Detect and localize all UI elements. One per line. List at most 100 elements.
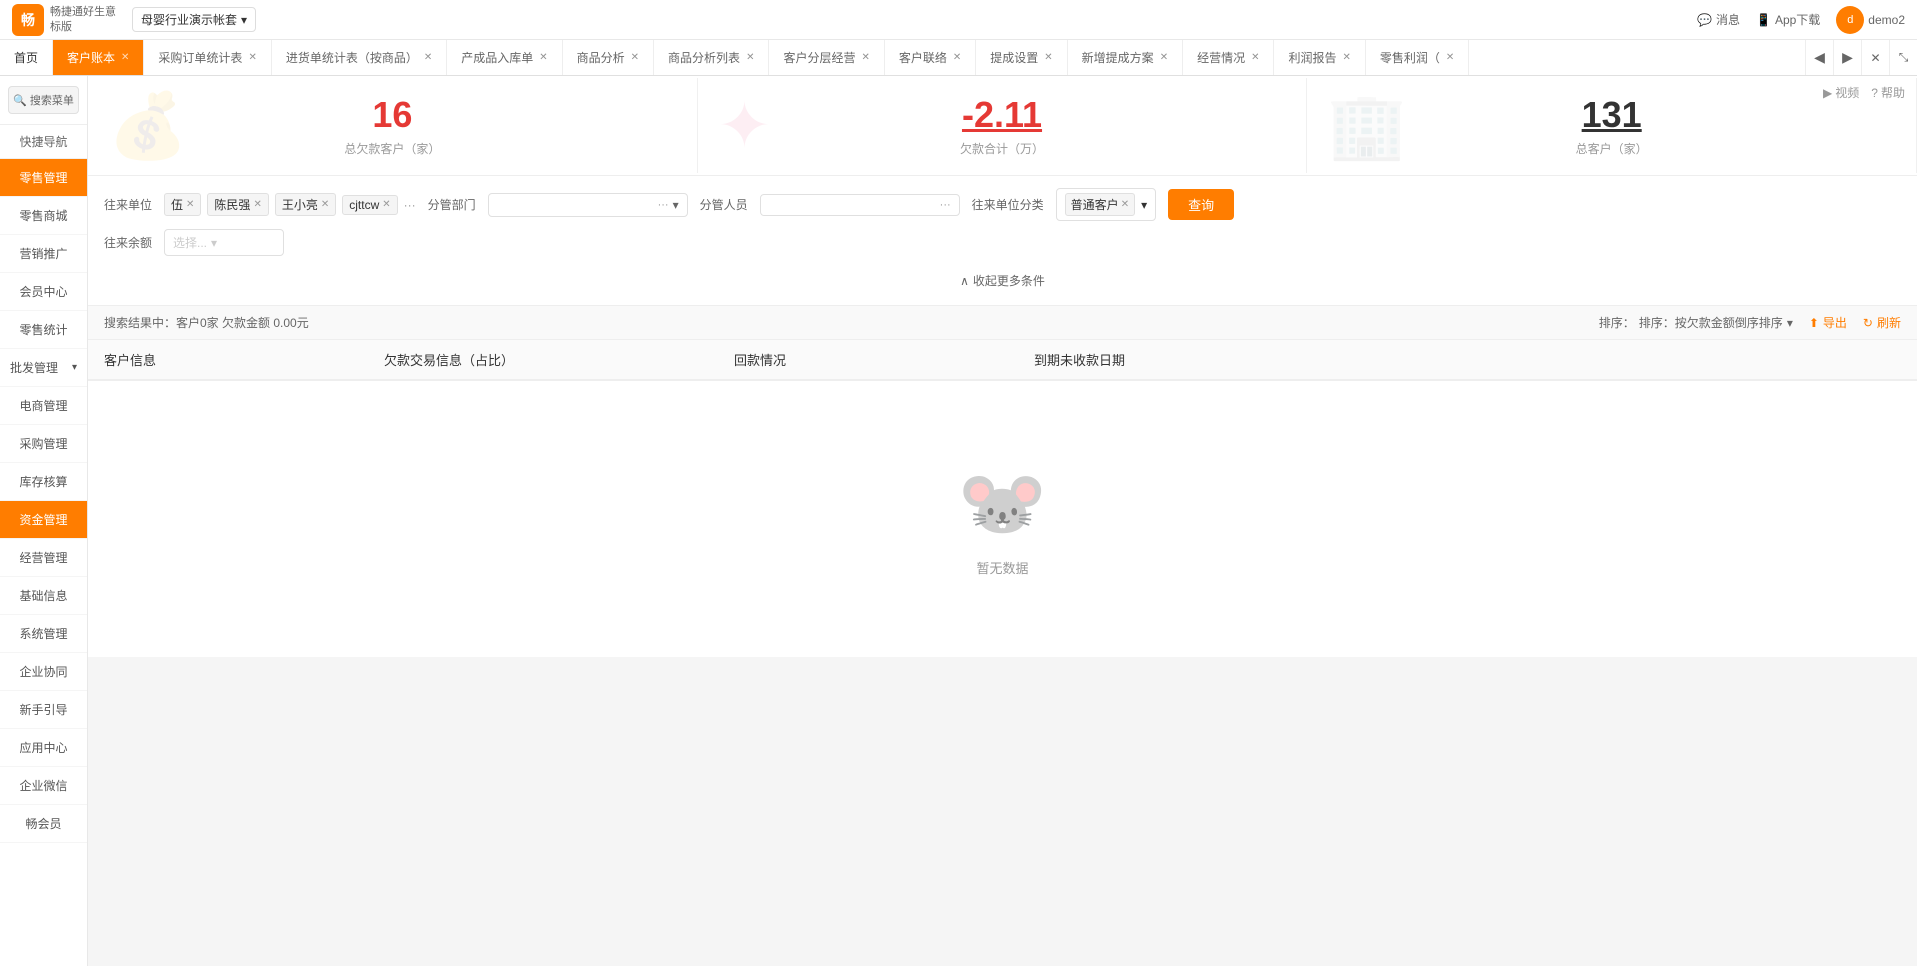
close-tab-goods-analysis-list[interactable]: ✕	[746, 52, 754, 63]
chevron-up-icon: ∧	[960, 274, 969, 288]
nav-prev-btn[interactable]: ◀	[1805, 40, 1833, 76]
sidebar-item-inventory[interactable]: 库存核算	[0, 463, 87, 501]
nav-expand-btn[interactable]: ⤡	[1889, 40, 1917, 76]
query-button[interactable]: 查询	[1168, 189, 1234, 220]
enterprise-selector[interactable]: 母婴行业演示帐套 ▾	[132, 7, 256, 32]
tab-goods-analysis[interactable]: 商品分析 ✕	[563, 40, 654, 76]
filter-row-2: 往来余额 选择... ▾	[104, 229, 1901, 256]
stat-label-customers: 总欠款客户（家）	[344, 140, 440, 157]
close-tab-biz-status[interactable]: ✕	[1251, 52, 1259, 63]
close-tab-customer-contact[interactable]: ✕	[953, 52, 961, 63]
refresh-icon: ↻	[1863, 316, 1873, 330]
sidebar-item-finance[interactable]: 资金管理	[0, 501, 87, 539]
filter-more-units[interactable]: ···	[404, 198, 416, 212]
close-tab-customer-layer[interactable]: ✕	[861, 52, 869, 63]
chevron-down-icon-sort: ▾	[1787, 316, 1793, 330]
filter-dept-select[interactable]: ··· ▾	[488, 193, 688, 217]
sidebar-item-new-guide[interactable]: 新手引导	[0, 691, 87, 729]
close-tab-cost-in[interactable]: ✕	[539, 52, 547, 63]
tab-biz-status[interactable]: 经营情况 ✕	[1183, 40, 1274, 76]
sidebar-item-operation[interactable]: 经营管理	[0, 539, 87, 577]
tab-home[interactable]: 首页	[0, 40, 53, 76]
sidebar-item-quick-nav[interactable]: 快捷导航	[0, 125, 87, 159]
export-icon: ⬆	[1809, 316, 1819, 330]
close-tag-unit-2[interactable]: ✕	[253, 199, 261, 210]
collapse-filters-btn[interactable]: ∧ 收起更多条件	[960, 268, 1045, 293]
stat-label-amount: 欠款合计（万）	[960, 140, 1044, 157]
tab-customer-contact[interactable]: 客户联络 ✕	[885, 40, 976, 76]
top-bar: 畅 畅捷通好生意 标版 母婴行业演示帐套 ▾ 💬 消息 📱 App下载 d de…	[0, 0, 1917, 40]
filter-tag-unit-1[interactable]: 伍 ✕	[164, 193, 201, 216]
sidebar-item-system-mgmt[interactable]: 系统管理	[0, 615, 87, 653]
close-tab-suggest-settings[interactable]: ✕	[1044, 52, 1052, 63]
filter-tag-unit-2[interactable]: 陈民强 ✕	[207, 193, 268, 216]
sidebar-item-enterprise-coop[interactable]: 企业协同	[0, 653, 87, 691]
search-menu-btn[interactable]: 🔍 搜索菜单	[8, 86, 79, 114]
sidebar-search-area: 🔍 搜索菜单	[0, 76, 87, 125]
close-tag-unit-1[interactable]: ✕	[186, 199, 194, 210]
logo-icon: 畅	[12, 4, 44, 36]
help-icon: ?	[1871, 86, 1878, 100]
tab-customer-layer[interactable]: 客户分层经营 ✕	[769, 40, 884, 76]
tab-receivable[interactable]: 客户账本 ✕	[53, 40, 144, 76]
filter-category-select[interactable]: 普通客户 ✕ ▾	[1056, 188, 1156, 221]
close-category-tag[interactable]: ✕	[1121, 199, 1129, 210]
col-header-2: 回款情况	[734, 350, 1034, 369]
filter-tag-unit-3[interactable]: 王小亮 ✕	[275, 193, 336, 216]
refresh-btn[interactable]: ↻ 刷新	[1863, 314, 1901, 331]
close-tab-new-suggest[interactable]: ✕	[1160, 52, 1168, 63]
tab-stock-stat[interactable]: 进货单统计表（按商品） ✕	[272, 40, 447, 76]
filter-person-label: 分管人员	[700, 196, 748, 213]
app-download-btn[interactable]: 📱 App下载	[1756, 11, 1820, 28]
filter-person-select[interactable]: ···	[760, 194, 960, 216]
filter-category-label: 往来单位分类	[972, 196, 1044, 213]
close-tab-purchase-order[interactable]: ✕	[248, 52, 256, 63]
close-tab-profit-report[interactable]: ✕	[1343, 52, 1351, 63]
export-btn[interactable]: ⬆ 导出	[1809, 314, 1847, 331]
stat-number-amount[interactable]: -2.11	[962, 94, 1042, 136]
help-btn[interactable]: ? 帮助	[1871, 84, 1905, 101]
sort-selector[interactable]: 排序： 排序：按欠款金额倒序排序 ▾	[1599, 314, 1793, 331]
user-avatar[interactable]: d demo2	[1836, 6, 1905, 34]
content-area: 💰 16 总欠款客户（家） ✦ -2.11 欠款合计（万） 🏢 131 总客户（…	[88, 76, 1917, 966]
close-tag-unit-4[interactable]: ✕	[382, 199, 390, 210]
stat-bg-icon-amount: ✦	[718, 88, 772, 163]
sidebar-item-batch-mgmt[interactable]: 批发管理 ▾	[0, 349, 87, 387]
message-btn[interactable]: 💬 消息	[1697, 11, 1740, 28]
sidebar-item-retail-mall[interactable]: 零售商城	[0, 197, 87, 235]
tab-suggest-settings[interactable]: 提成设置 ✕	[976, 40, 1067, 76]
sidebar-item-basic-info[interactable]: 基础信息	[0, 577, 87, 615]
col-header-1: 欠款交易信息（占比）	[384, 350, 734, 369]
tab-profit-report[interactable]: 利润报告 ✕	[1274, 40, 1365, 76]
close-tab-goods-analysis[interactable]: ✕	[631, 52, 639, 63]
tab-cost-in[interactable]: 产成品入库单 ✕	[447, 40, 562, 76]
logo-text: 畅捷通好生意 标版	[50, 5, 116, 34]
sidebar-item-retail-mgmt[interactable]: 零售管理	[0, 159, 87, 197]
sidebar-item-marketing[interactable]: 营销推广	[0, 235, 87, 273]
tab-goods-analysis-list[interactable]: 商品分析列表 ✕	[654, 40, 769, 76]
sidebar-item-purchase-mgmt[interactable]: 采购管理	[0, 425, 87, 463]
tab-purchase-order[interactable]: 采购订单统计表 ✕	[144, 40, 271, 76]
chevron-down-icon-dept: ▾	[673, 198, 679, 212]
filter-balance-input[interactable]: 选择... ▾	[164, 229, 284, 256]
close-tab-retail-profit[interactable]: ✕	[1446, 52, 1454, 63]
filter-tag-unit-4[interactable]: cjttcw ✕	[342, 195, 397, 215]
tab-new-suggest[interactable]: 新增提成方案 ✕	[1068, 40, 1183, 76]
sidebar-item-member-center[interactable]: 会员中心	[0, 273, 87, 311]
stat-number-total[interactable]: 131	[1582, 94, 1642, 136]
app-icon: 📱	[1756, 13, 1771, 27]
sidebar-item-enterprise-wechat[interactable]: 企业微信	[0, 767, 87, 805]
nav-next-btn[interactable]: ▶	[1833, 40, 1861, 76]
close-tag-unit-3[interactable]: ✕	[321, 199, 329, 210]
close-tab-stock-stat[interactable]: ✕	[424, 52, 432, 63]
video-icon: ▶	[1823, 86, 1832, 100]
sidebar-item-app-center[interactable]: 应用中心	[0, 729, 87, 767]
sidebar-item-retail-stats[interactable]: 零售统计	[0, 311, 87, 349]
table-header: 客户信息 欠款交易信息（占比） 回款情况 到期未收款日期	[88, 340, 1917, 381]
tab-retail-profit[interactable]: 零售利润（ ✕	[1366, 40, 1469, 76]
sidebar-item-member-pro[interactable]: 畅会员	[0, 805, 87, 843]
nav-close-all-btn[interactable]: ✕	[1861, 40, 1889, 76]
sidebar-item-ecommerce[interactable]: 电商管理	[0, 387, 87, 425]
close-tab-receivable[interactable]: ✕	[121, 52, 129, 63]
video-btn[interactable]: ▶ 视频	[1823, 84, 1859, 101]
